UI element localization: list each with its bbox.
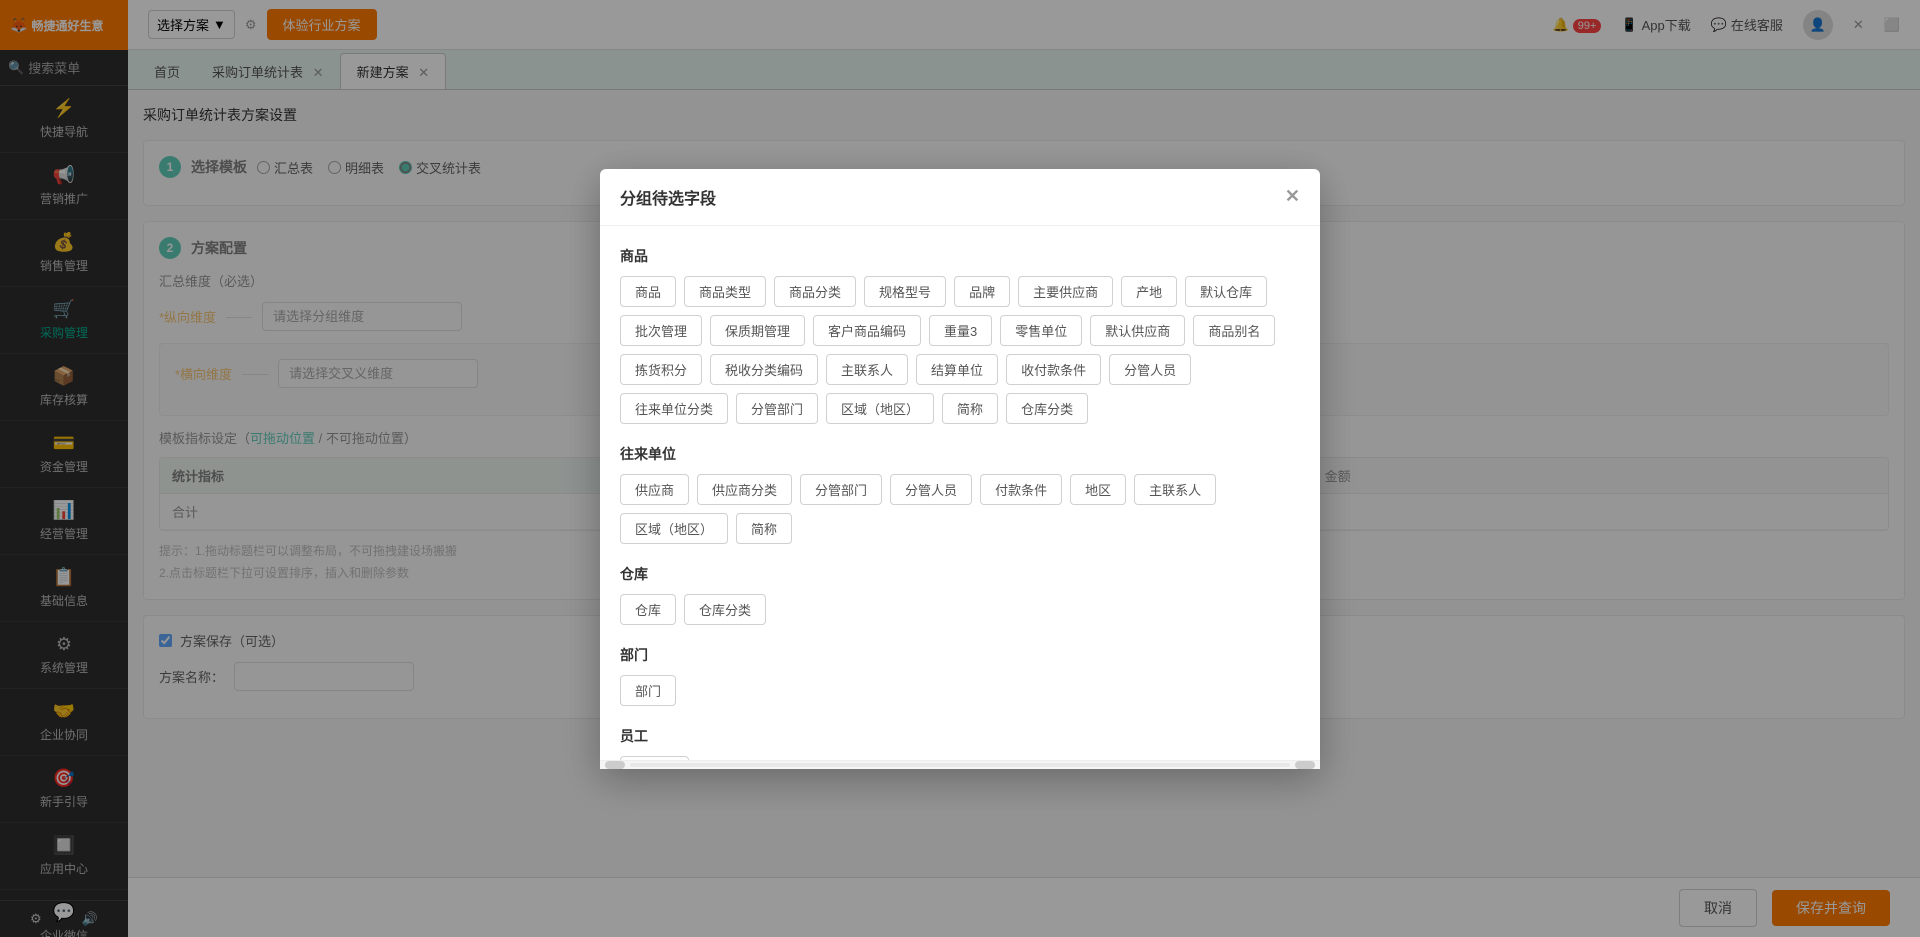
- scroll-left-indicator: [605, 761, 625, 769]
- modal-scrollbar: [600, 760, 1320, 769]
- tag-department[interactable]: 部门: [620, 675, 676, 706]
- tag-main-supplier[interactable]: 主要供应商: [1018, 276, 1113, 307]
- tag-goods-alias[interactable]: 商品别名: [1193, 315, 1275, 346]
- section-department: 部门 部门: [620, 645, 1300, 706]
- modal-overlay: 分组待选字段 ✕ 商品 商品 商品类型 商品分类 规格型号 品牌 主要供应商 产…: [0, 0, 1920, 937]
- tag-main-contact[interactable]: 主联系人: [826, 354, 908, 385]
- tag-brand[interactable]: 品牌: [954, 276, 1010, 307]
- modal-body: 商品 商品 商品类型 商品分类 规格型号 品牌 主要供应商 产地 默认仓库 批次…: [600, 226, 1320, 760]
- scrollbar-track: [630, 763, 1290, 767]
- tag-counterparty-category[interactable]: 往来单位分类: [620, 393, 728, 424]
- section-department-title: 部门: [620, 645, 1300, 665]
- tag-pick-points[interactable]: 拣货积分: [620, 354, 702, 385]
- tag-wh-category[interactable]: 仓库分类: [684, 594, 766, 625]
- section-employee: 员工 业务员: [620, 726, 1300, 760]
- section-goods-title: 商品: [620, 246, 1300, 266]
- tag-dept[interactable]: 分管部门: [736, 393, 818, 424]
- section-department-tags: 部门: [620, 675, 1300, 706]
- tag-spec-model[interactable]: 规格型号: [864, 276, 946, 307]
- tag-goods[interactable]: 商品: [620, 276, 676, 307]
- tag-warehouse-category[interactable]: 仓库分类: [1006, 393, 1088, 424]
- tag-tax-code[interactable]: 税收分类编码: [710, 354, 818, 385]
- tag-settlement-unit[interactable]: 结算单位: [916, 354, 998, 385]
- tag-cp-contact[interactable]: 主联系人: [1134, 474, 1216, 505]
- tag-default-supplier[interactable]: 默认供应商: [1090, 315, 1185, 346]
- tag-supplier-category[interactable]: 供应商分类: [697, 474, 792, 505]
- modal-header: 分组待选字段 ✕: [600, 169, 1320, 226]
- tag-default-warehouse[interactable]: 默认仓库: [1185, 276, 1267, 307]
- modal-close-button[interactable]: ✕: [1285, 186, 1300, 207]
- section-goods: 商品 商品 商品类型 商品分类 规格型号 品牌 主要供应商 产地 默认仓库 批次…: [620, 246, 1300, 424]
- modal: 分组待选字段 ✕ 商品 商品 商品类型 商品分类 规格型号 品牌 主要供应商 产…: [600, 169, 1320, 769]
- section-warehouse-title: 仓库: [620, 564, 1300, 584]
- scroll-right-indicator: [1295, 761, 1315, 769]
- section-counterparty-title: 往来单位: [620, 444, 1300, 464]
- tag-payment-terms[interactable]: 收付款条件: [1006, 354, 1101, 385]
- tag-customer-code[interactable]: 客户商品编码: [813, 315, 921, 346]
- tag-retail-unit[interactable]: 零售单位: [1000, 315, 1082, 346]
- tag-origin[interactable]: 产地: [1121, 276, 1177, 307]
- tag-cp-abbr[interactable]: 简称: [736, 513, 792, 544]
- tag-warehouse[interactable]: 仓库: [620, 594, 676, 625]
- tag-abbr[interactable]: 简称: [942, 393, 998, 424]
- tag-supervisor[interactable]: 分管人员: [1109, 354, 1191, 385]
- tag-expiry-mgmt[interactable]: 保质期管理: [710, 315, 805, 346]
- tag-goods-type[interactable]: 商品类型: [684, 276, 766, 307]
- modal-title: 分组待选字段: [620, 185, 716, 209]
- section-warehouse-tags: 仓库 仓库分类: [620, 594, 1300, 625]
- tag-cp-region[interactable]: 地区: [1070, 474, 1126, 505]
- tag-batch-mgmt[interactable]: 批次管理: [620, 315, 702, 346]
- section-counterparty-tags: 供应商 供应商分类 分管部门 分管人员 付款条件 地区 主联系人 区域（地区） …: [620, 474, 1300, 544]
- tag-supplier[interactable]: 供应商: [620, 474, 689, 505]
- section-counterparty: 往来单位 供应商 供应商分类 分管部门 分管人员 付款条件 地区 主联系人 区域…: [620, 444, 1300, 544]
- section-warehouse: 仓库 仓库 仓库分类: [620, 564, 1300, 625]
- tag-cp-supervisor[interactable]: 分管人员: [890, 474, 972, 505]
- section-goods-tags: 商品 商品类型 商品分类 规格型号 品牌 主要供应商 产地 默认仓库 批次管理 …: [620, 276, 1300, 424]
- section-employee-title: 员工: [620, 726, 1300, 746]
- tag-cp-area[interactable]: 区域（地区）: [620, 513, 728, 544]
- tag-region[interactable]: 区域（地区）: [826, 393, 934, 424]
- tag-weight[interactable]: 重量3: [929, 315, 992, 346]
- tag-cp-dept[interactable]: 分管部门: [800, 474, 882, 505]
- tag-cp-payment[interactable]: 付款条件: [980, 474, 1062, 505]
- tag-goods-category[interactable]: 商品分类: [774, 276, 856, 307]
